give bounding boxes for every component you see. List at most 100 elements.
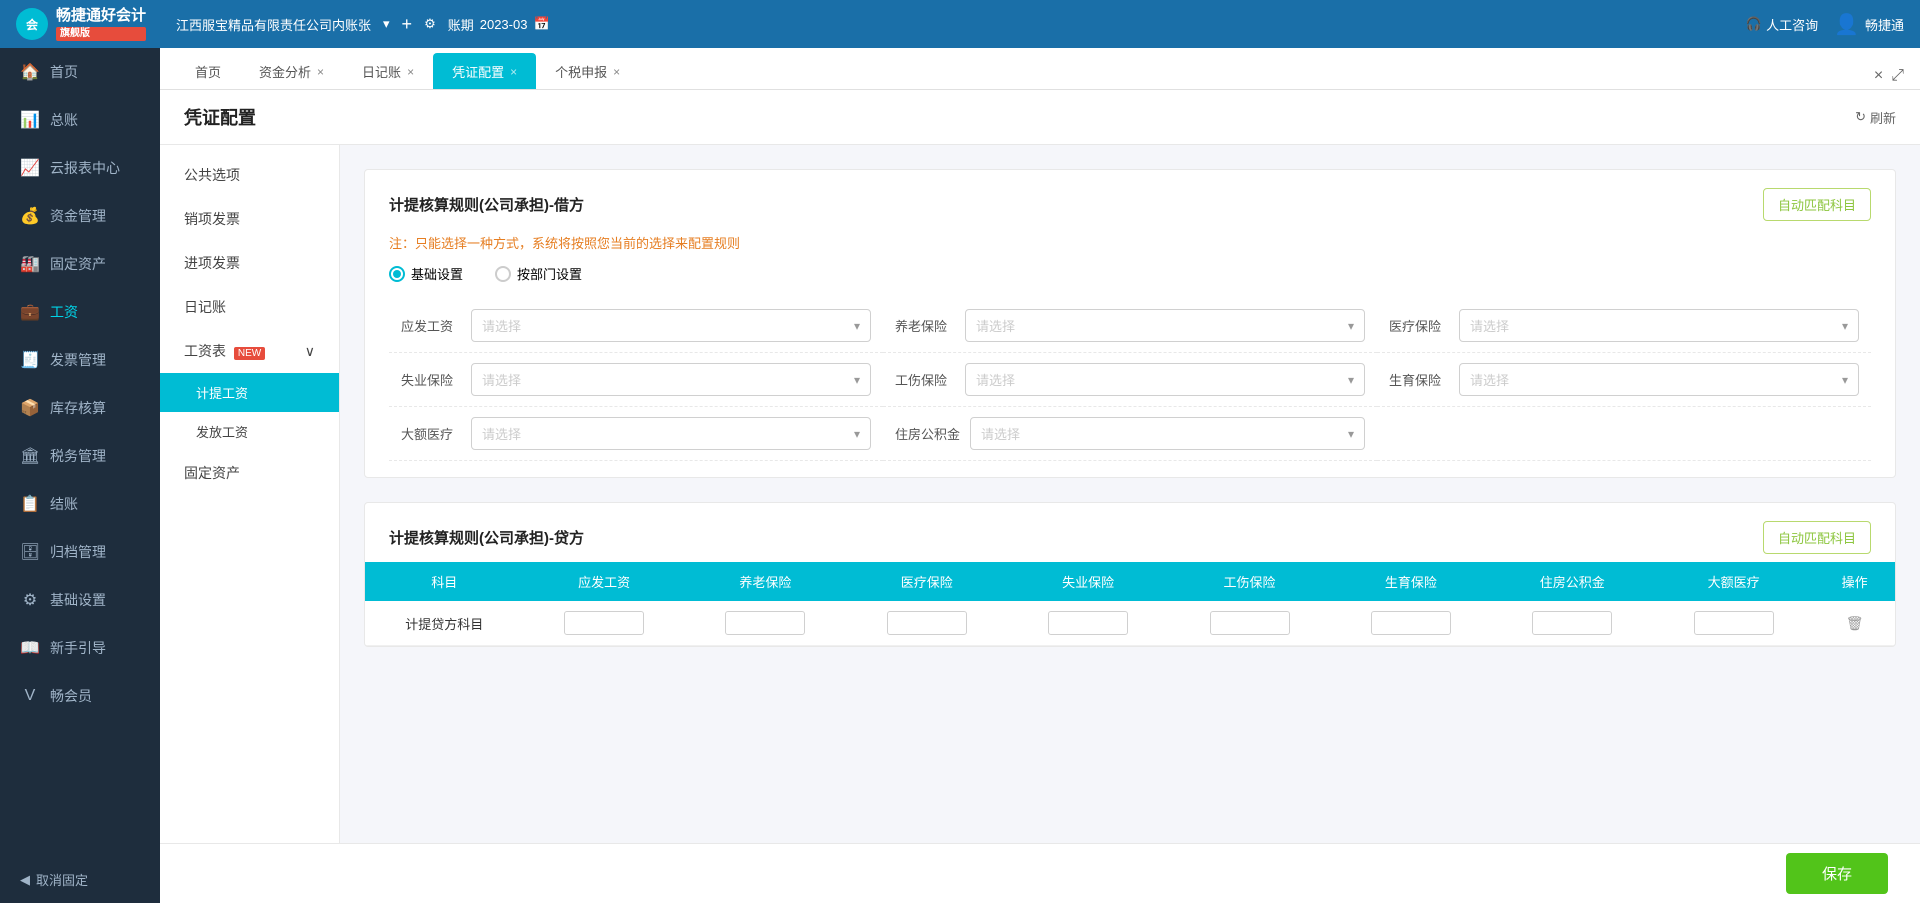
- tab-home[interactable]: 首页: [176, 53, 240, 89]
- row-housing-input-cell: [1492, 601, 1653, 646]
- sidebar-label-tax: 税务管理: [50, 446, 106, 466]
- close-window-icon[interactable]: ×: [1874, 67, 1883, 85]
- sidebar-item-guide[interactable]: 📖 新手引导: [0, 624, 160, 672]
- sidebar-item-tax[interactable]: 🏛 税务管理: [0, 432, 160, 480]
- unemployment-placeholder: 请选择: [482, 370, 521, 389]
- cancel-pin-label: 取消固定: [36, 870, 88, 889]
- major-medical-placeholder: 请选择: [482, 424, 521, 443]
- tab-journal-close[interactable]: ×: [407, 65, 414, 79]
- tab-tax-close[interactable]: ×: [613, 65, 620, 79]
- sidebar-label-checkout: 结账: [50, 494, 78, 514]
- col-housing: 住房公积金: [1492, 562, 1653, 601]
- sidebar-item-ledger[interactable]: 📊 总账: [0, 96, 160, 144]
- tab-fund-close[interactable]: ×: [317, 65, 324, 79]
- row-unemployment-input[interactable]: [1048, 611, 1128, 635]
- row-medical-input[interactable]: [887, 611, 967, 635]
- leftnav-fixed-assets[interactable]: 固定资产: [160, 451, 339, 495]
- tab-voucher-close[interactable]: ×: [510, 65, 517, 79]
- housing-fund-select[interactable]: 请选择 ▾: [970, 417, 1365, 450]
- inventory-icon: 📦: [20, 398, 40, 418]
- row-injury-input[interactable]: [1210, 611, 1290, 635]
- salary-arrow-icon: ▾: [854, 319, 860, 333]
- top-bar-actions: 🎧 人工咨询 👤 畅捷通: [1746, 12, 1904, 37]
- vip-icon: V: [20, 687, 40, 705]
- injury-arrow-icon: ▾: [1348, 373, 1354, 387]
- unemployment-select[interactable]: 请选择 ▾: [471, 363, 871, 396]
- housing-fund-label: 住房公积金: [895, 424, 960, 443]
- sidebar-item-salary[interactable]: 💼 工资: [0, 288, 160, 336]
- credit-auto-match-button[interactable]: 自动匹配科目: [1763, 521, 1871, 554]
- injury-label: 工伤保险: [895, 370, 955, 389]
- leftnav-accrual[interactable]: 计提工资: [160, 373, 339, 412]
- sidebar-item-archive[interactable]: 🗄 归档管理: [0, 528, 160, 576]
- refresh-button[interactable]: ↻ 刷新: [1855, 108, 1896, 127]
- sidebar-label-ledger: 总账: [50, 110, 78, 130]
- sidebar-item-checkout[interactable]: 📋 结账: [0, 480, 160, 528]
- row-pension-input[interactable]: [725, 611, 805, 635]
- archive-icon: 🗄: [20, 542, 40, 562]
- leftnav-public[interactable]: 公共选项: [160, 153, 339, 197]
- salary-select[interactable]: 请选择 ▾: [471, 309, 871, 342]
- save-button[interactable]: 保存: [1786, 853, 1888, 894]
- col-major-medical: 大额医疗: [1653, 562, 1814, 601]
- row-major-medical-input[interactable]: [1694, 611, 1774, 635]
- settings-icon[interactable]: ⚙: [424, 16, 436, 32]
- radio-department[interactable]: 按部门设置: [495, 264, 582, 283]
- medical-select[interactable]: 请选择 ▾: [1459, 309, 1859, 342]
- col-injury: 工伤保险: [1169, 562, 1330, 601]
- field-injury: 工伤保险 请选择 ▾: [883, 353, 1377, 407]
- guide-icon: 📖: [20, 638, 40, 658]
- user-info[interactable]: 👤 畅捷通: [1834, 12, 1904, 37]
- sidebar-item-reports[interactable]: 📈 云报表中心: [0, 144, 160, 192]
- sidebar-item-fund[interactable]: 💰 资金管理: [0, 192, 160, 240]
- fund-icon: 💰: [20, 206, 40, 226]
- sidebar-item-inventory[interactable]: 📦 库存核算: [0, 384, 160, 432]
- leftnav-purchase-invoice[interactable]: 进项发票: [160, 241, 339, 285]
- col-maternity: 生育保险: [1330, 562, 1491, 601]
- sidebar-item-vip[interactable]: V 畅会员: [0, 672, 160, 720]
- row-medical-input-cell: [846, 601, 1007, 646]
- unemployment-arrow-icon: ▾: [854, 373, 860, 387]
- pension-select[interactable]: 请选择 ▾: [965, 309, 1365, 342]
- row-maternity-input[interactable]: [1371, 611, 1451, 635]
- row-unemployment-input-cell: [1007, 601, 1168, 646]
- row-salary-input[interactable]: [564, 611, 644, 635]
- debit-notice: 注：只能选择一种方式，系统将按照您当前的选择来配置规则: [365, 229, 1895, 264]
- expand-window-icon[interactable]: ⤢: [1891, 67, 1904, 85]
- row-housing-input[interactable]: [1532, 611, 1612, 635]
- invoice-icon: 🧾: [20, 350, 40, 370]
- top-bar-middle: 江西服宝精品有限责任公司内账张 ▾ + ⚙ 账期 2023-03 📅: [176, 14, 1746, 35]
- debit-form-fields: 应发工资 请选择 ▾ 养老保险 请选择: [365, 299, 1895, 477]
- tab-home-label: 首页: [195, 62, 221, 81]
- app-edition: 旗舰版: [56, 27, 146, 41]
- sidebar-item-invoice[interactable]: 🧾 发票管理: [0, 336, 160, 384]
- reports-icon: 📈: [20, 158, 40, 178]
- leftnav-sales-invoice[interactable]: 销项发票: [160, 197, 339, 241]
- sidebar-item-settings[interactable]: ⚙ 基础设置: [0, 576, 160, 624]
- tab-tax-filing[interactable]: 个税申报 ×: [536, 53, 639, 89]
- delete-row-icon[interactable]: 🗑: [1846, 615, 1864, 631]
- cancel-pin-button[interactable]: ◀ 取消固定: [0, 856, 160, 903]
- support-button[interactable]: 🎧 人工咨询: [1746, 15, 1818, 34]
- tab-voucher-config[interactable]: 凭证配置 ×: [433, 53, 536, 89]
- leftnav-payroll[interactable]: 发放工资: [160, 412, 339, 451]
- sidebar-item-assets[interactable]: 🏭 固定资产: [0, 240, 160, 288]
- sidebar: 🏠 首页 📊 总账 📈 云报表中心 💰 资金管理 🏭 固定资产 💼 工资 🧾 发…: [0, 48, 160, 903]
- tab-journal[interactable]: 日记账 ×: [343, 53, 433, 89]
- radio-basic[interactable]: 基础设置: [389, 264, 463, 283]
- major-medical-select[interactable]: 请选择 ▾: [471, 417, 871, 450]
- leftnav-journal[interactable]: 日记账: [160, 285, 339, 329]
- col-unemployment: 失业保险: [1007, 562, 1168, 601]
- leftnav-salary-table[interactable]: 工资表 NEW ∨: [160, 329, 339, 373]
- calendar-icon[interactable]: 📅: [533, 16, 549, 32]
- maternity-select[interactable]: 请选择 ▾: [1459, 363, 1859, 396]
- dropdown-icon[interactable]: ▾: [383, 16, 390, 32]
- field-pension: 养老保险 请选择 ▾: [883, 299, 1377, 353]
- injury-select[interactable]: 请选择 ▾: [965, 363, 1365, 396]
- add-icon[interactable]: +: [402, 14, 413, 35]
- sidebar-label-assets: 固定资产: [50, 254, 106, 274]
- tab-fund-analysis[interactable]: 资金分析 ×: [240, 53, 343, 89]
- debit-auto-match-button[interactable]: 自动匹配科目: [1763, 188, 1871, 221]
- left-nav: 公共选项 销项发票 进项发票 日记账 工资表 NEW ∨ 计提工资 发放工资 固…: [160, 145, 340, 843]
- sidebar-item-home[interactable]: 🏠 首页: [0, 48, 160, 96]
